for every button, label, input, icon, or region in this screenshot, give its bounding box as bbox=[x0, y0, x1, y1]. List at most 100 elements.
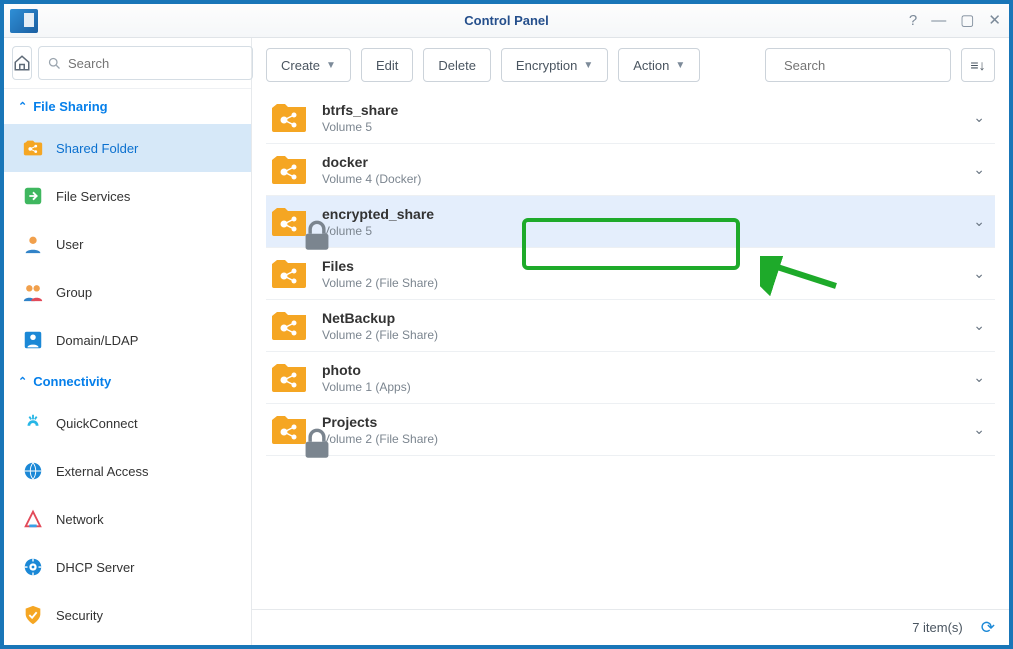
file-services-icon bbox=[22, 185, 44, 207]
sidebar-top bbox=[4, 38, 251, 89]
toolbar: Create▼ Edit Delete Encryption▼ Action▼ … bbox=[252, 38, 1009, 92]
shared-folder-icon bbox=[270, 414, 308, 446]
edit-button[interactable]: Edit bbox=[361, 48, 413, 82]
chevron-down-icon[interactable]: ⌄ bbox=[973, 369, 985, 386]
user-icon bbox=[22, 233, 44, 255]
sort-button[interactable]: ≡↓ bbox=[961, 48, 995, 82]
sidebar-item-label: Security bbox=[56, 608, 103, 623]
chevron-down-icon[interactable]: ⌄ bbox=[973, 109, 985, 126]
encryption-button[interactable]: Encryption▼ bbox=[501, 48, 608, 82]
folder-row[interactable]: encrypted_share Volume 5⌄ bbox=[266, 196, 995, 248]
sidebar-item-label: User bbox=[56, 237, 83, 252]
delete-button[interactable]: Delete bbox=[423, 48, 491, 82]
folder-name: btrfs_share bbox=[322, 102, 973, 118]
maximize-icon[interactable]: ▢ bbox=[960, 13, 974, 28]
shared-folder-icon bbox=[270, 102, 308, 134]
quickconnect-icon bbox=[22, 412, 44, 434]
sidebar-item-label: DHCP Server bbox=[56, 560, 135, 575]
folder-name: NetBackup bbox=[322, 310, 973, 326]
section-header[interactable]: ⌃ File Sharing bbox=[4, 89, 251, 124]
sidebar-item-security[interactable]: Security bbox=[4, 591, 251, 639]
folder-row[interactable]: Files Volume 2 (File Share)⌄ bbox=[266, 248, 995, 300]
sidebar-item-file-services[interactable]: File Services bbox=[4, 172, 251, 220]
main: Create▼ Edit Delete Encryption▼ Action▼ … bbox=[252, 38, 1009, 645]
dhcp-server-icon bbox=[22, 556, 44, 578]
sidebar-item-network[interactable]: Network bbox=[4, 495, 251, 543]
window-controls: ? — ▢ ✕ bbox=[909, 13, 1001, 28]
titlebar: Control Panel ? — ▢ ✕ bbox=[4, 4, 1009, 38]
home-icon bbox=[13, 54, 31, 72]
folder-volume: Volume 5 bbox=[322, 120, 973, 134]
external-access-icon bbox=[22, 460, 44, 482]
sidebar: ⌃ File Sharing Shared Folder File Services U… bbox=[4, 38, 252, 645]
chevron-down-icon[interactable]: ⌄ bbox=[973, 213, 985, 230]
filter-search[interactable] bbox=[765, 48, 951, 82]
chevron-down-icon[interactable]: ⌄ bbox=[973, 317, 985, 334]
folder-name: Files bbox=[322, 258, 973, 274]
folder-name: photo bbox=[322, 362, 973, 378]
create-button[interactable]: Create▼ bbox=[266, 48, 351, 82]
sidebar-item-external-access[interactable]: External Access bbox=[4, 447, 251, 495]
folder-volume: Volume 2 (File Share) bbox=[322, 432, 973, 446]
statusbar: 7 item(s) ⟳ bbox=[252, 609, 1009, 645]
section-title: File Sharing bbox=[33, 99, 107, 114]
shared-folder-icon bbox=[270, 310, 308, 342]
folder-row[interactable]: dockerVolume 4 (Docker)⌄ bbox=[266, 144, 995, 196]
sidebar-scroll[interactable]: ⌃ File Sharing Shared Folder File Services U… bbox=[4, 89, 251, 645]
control-panel-window: Control Panel ? — ▢ ✕ ⌃ File Sharing Share… bbox=[0, 0, 1013, 649]
shared-folder-icon bbox=[270, 154, 308, 186]
shared-folder-icon bbox=[270, 206, 308, 238]
action-button[interactable]: Action▼ bbox=[618, 48, 700, 82]
refresh-button[interactable]: ⟳ bbox=[981, 618, 995, 638]
folder-row[interactable]: NetBackupVolume 2 (File Share)⌄ bbox=[266, 300, 995, 352]
body: ⌃ File Sharing Shared Folder File Services U… bbox=[4, 38, 1009, 645]
sidebar-item-quickconnect[interactable]: QuickConnect bbox=[4, 399, 251, 447]
shared-folder-icon bbox=[270, 362, 308, 394]
folder-volume: Volume 1 (Apps) bbox=[322, 380, 973, 394]
chevron-down-icon[interactable]: ⌄ bbox=[973, 421, 985, 438]
sidebar-search-input[interactable] bbox=[68, 56, 244, 71]
lock-icon bbox=[298, 428, 312, 442]
folder-volume: Volume 5 bbox=[322, 224, 973, 238]
caret-down-icon: ▼ bbox=[326, 60, 336, 71]
shared-folder-icon bbox=[22, 137, 44, 159]
shared-folder-icon bbox=[270, 258, 308, 290]
sidebar-item-domain-ldap[interactable]: Domain/LDAP bbox=[4, 316, 251, 364]
sidebar-search[interactable] bbox=[38, 46, 253, 80]
network-icon bbox=[22, 508, 44, 530]
folder-row[interactable]: btrfs_share Volume 5⌄ bbox=[266, 92, 995, 144]
chevron-up-icon: ⌃ bbox=[18, 100, 27, 113]
minimize-icon[interactable]: — bbox=[931, 13, 946, 28]
folder-row[interactable]: ProjectsVolume 2 (File Share)⌄ bbox=[266, 404, 995, 456]
folder-volume: Volume 2 (File Share) bbox=[322, 276, 973, 290]
search-icon bbox=[47, 56, 62, 71]
chevron-down-icon[interactable]: ⌄ bbox=[973, 161, 985, 178]
section-header[interactable]: ⌃Connectivity bbox=[4, 364, 251, 399]
app-icon bbox=[10, 9, 38, 33]
filter-search-input[interactable] bbox=[784, 58, 960, 73]
sidebar-item-shared-folder[interactable]: Shared Folder bbox=[4, 124, 251, 172]
lock-icon bbox=[298, 220, 312, 234]
close-icon[interactable]: ✕ bbox=[988, 13, 1001, 28]
sidebar-item-group[interactable]: Group bbox=[4, 268, 251, 316]
home-button[interactable] bbox=[12, 46, 32, 80]
sidebar-item-label: QuickConnect bbox=[56, 416, 138, 431]
folder-list: btrfs_shareVolume 5⌄dockerVolume 4 (Dock… bbox=[252, 92, 1009, 609]
sidebar-item-dhcp-server[interactable]: DHCP Server bbox=[4, 543, 251, 591]
sidebar-item-user[interactable]: User bbox=[4, 220, 251, 268]
chevron-down-icon[interactable]: ⌄ bbox=[973, 265, 985, 282]
sidebar-item-label: Network bbox=[56, 512, 104, 527]
sidebar-item-label: External Access bbox=[56, 464, 149, 479]
folder-name: docker bbox=[322, 154, 973, 170]
item-count: 7 item(s) bbox=[912, 620, 963, 635]
folder-name: encrypted_share bbox=[322, 206, 973, 222]
sidebar-item-label: File Services bbox=[56, 189, 130, 204]
window-title: Control Panel bbox=[464, 13, 549, 28]
sidebar-item-label: Group bbox=[56, 285, 92, 300]
caret-down-icon: ▼ bbox=[583, 60, 593, 71]
sidebar-item-label: Domain/LDAP bbox=[56, 333, 138, 348]
domain-ldap-icon bbox=[22, 329, 44, 351]
security-icon bbox=[22, 604, 44, 626]
folder-row[interactable]: photo Volume 1 (Apps)⌄ bbox=[266, 352, 995, 404]
help-icon[interactable]: ? bbox=[909, 13, 917, 28]
